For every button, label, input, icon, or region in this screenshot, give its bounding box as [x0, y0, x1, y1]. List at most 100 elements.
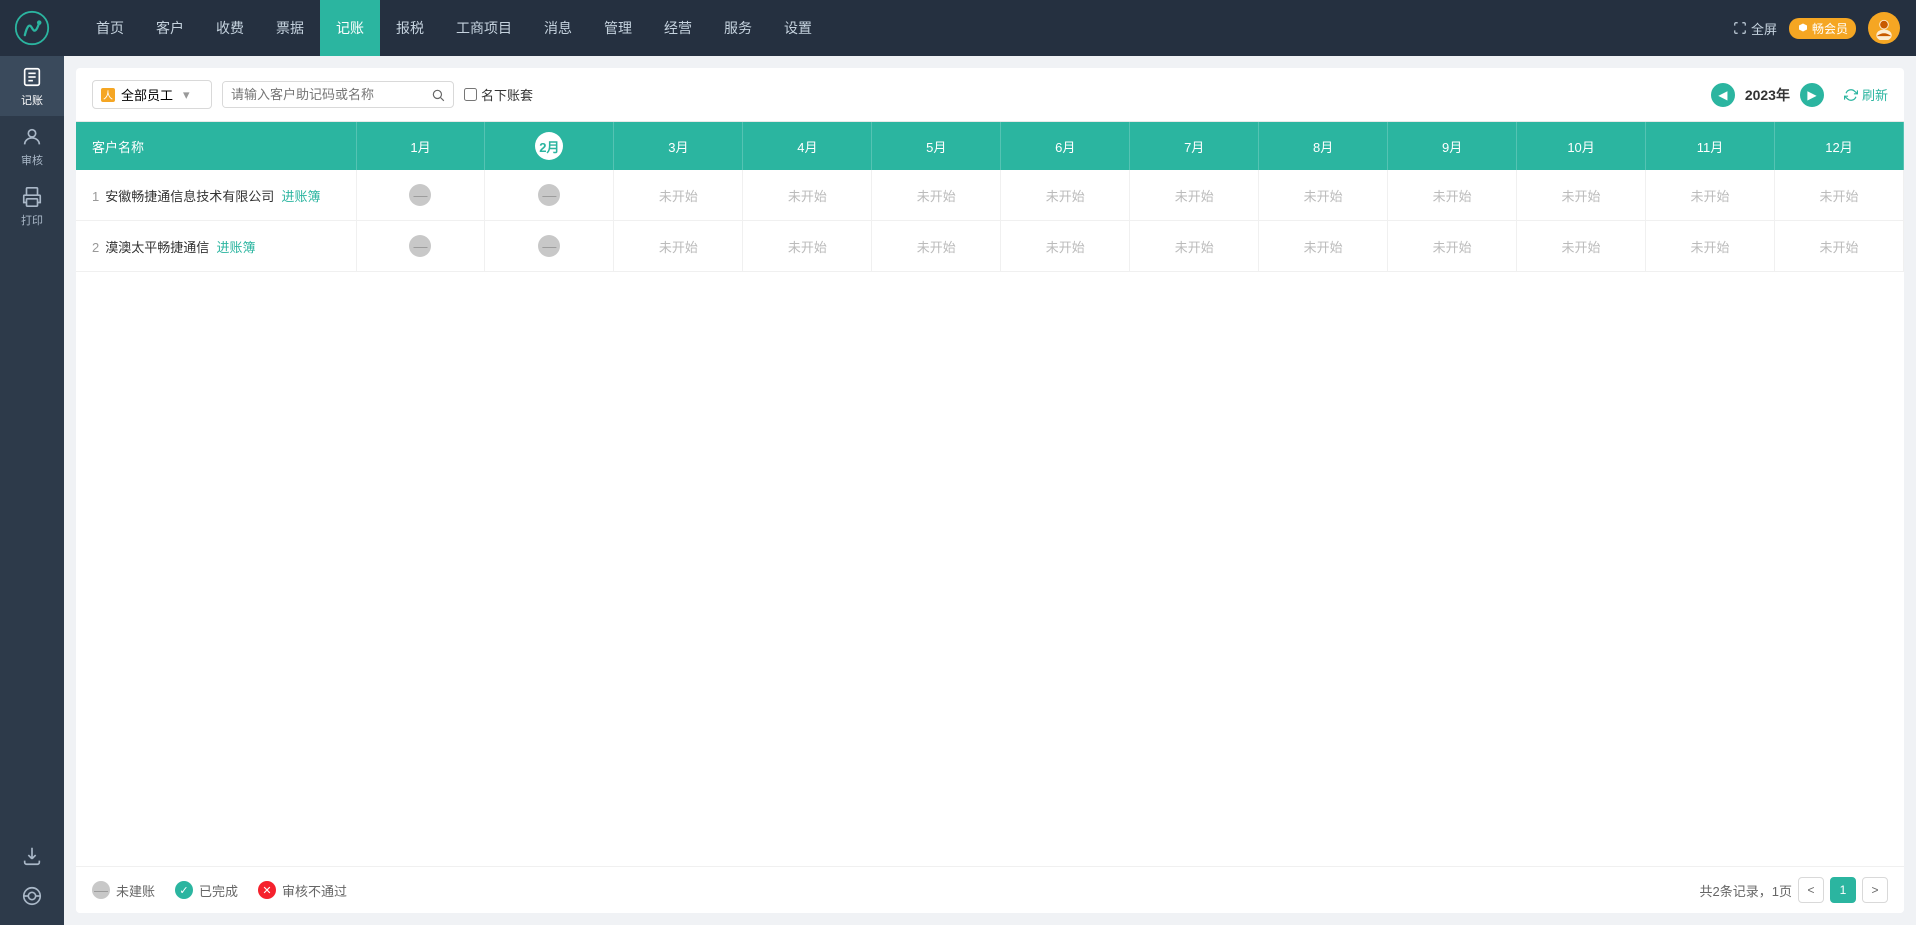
refresh-button[interactable]: 刷新 — [1844, 85, 1888, 104]
nav-management[interactable]: 管理 — [588, 0, 648, 56]
not-started-label: 未开始 — [917, 189, 956, 204]
not-started-label: 未开始 — [1175, 189, 1214, 204]
legend-dot-red: ✕ — [258, 881, 276, 899]
table-row: 1安徽畅捷通信息技术有限公司 进账簿——未开始未开始未开始未开始未开始未开始未开… — [76, 170, 1904, 221]
sidebar-bottom — [0, 835, 64, 925]
col-month-12: 12月 — [1774, 122, 1903, 170]
year-display: 2023年 — [1745, 85, 1790, 105]
nav-operations[interactable]: 经营 — [648, 0, 708, 56]
table-row: 2 漠澳太平畅捷通信 进账簿 — — 未开始 未开始 未开始 未开始 未开始 未开始 未开始 未开始 未… — [76, 221, 1904, 272]
current-page-button[interactable]: 1 — [1830, 877, 1856, 903]
nav-service[interactable]: 服务 — [708, 0, 768, 56]
nav-billing[interactable]: 收费 — [200, 0, 260, 56]
not-started-label: 未开始 — [1046, 189, 1085, 204]
not-started-label: 未开始 — [788, 189, 827, 204]
not-started-label: 未开始 — [659, 240, 698, 255]
col-month-1: 1月 — [356, 122, 485, 170]
not-started-label: 未开始 — [1691, 240, 1730, 255]
not-started-label: 未开始 — [1304, 189, 1343, 204]
nav-bookkeeping[interactable]: 记账 — [320, 0, 380, 56]
prev-year-button[interactable]: ◀ — [1711, 83, 1735, 107]
next-year-button[interactable]: ▶ — [1800, 83, 1824, 107]
month-cell-1: — — [356, 221, 485, 272]
nav-tax[interactable]: 报税 — [380, 0, 440, 56]
col-month-10: 10月 — [1517, 122, 1646, 170]
not-started-label: 未开始 — [1819, 240, 1858, 255]
row-number: 1 — [92, 189, 99, 204]
row-number: 2 — [92, 240, 99, 255]
not-started-label: 未开始 — [659, 189, 698, 204]
month-cell-2: — — [485, 170, 614, 221]
nav-home[interactable]: 首页 — [80, 0, 140, 56]
nav-message[interactable]: 消息 — [528, 0, 588, 56]
col-month-7: 7月 — [1130, 122, 1259, 170]
status-dot: — — [409, 184, 431, 206]
employee-filter[interactable]: 人 全部员工 ▾ — [92, 80, 212, 109]
month-cell-7: 未开始 — [1130, 170, 1259, 221]
month-cell-7: 未开始 — [1130, 221, 1259, 272]
month-cell-3: 未开始 — [614, 221, 743, 272]
month-cell-9: 未开始 — [1388, 170, 1517, 221]
not-started-label: 未开始 — [1562, 240, 1601, 255]
not-started-label: 未开始 — [1175, 240, 1214, 255]
sidebar-item-support[interactable] — [0, 875, 64, 915]
col-month-8: 8月 — [1259, 122, 1388, 170]
month-cell-5: 未开始 — [872, 221, 1001, 272]
not-started-label: 未开始 — [788, 240, 827, 255]
not-started-label: 未开始 — [1433, 240, 1472, 255]
year-nav: ◀ 2023年 ▶ — [1711, 83, 1824, 107]
client-name: 漠澳太平畅捷通信 — [105, 240, 209, 255]
client-name-cell: 2 漠澳太平畅捷通信 进账簿 — [76, 221, 356, 272]
month-cell-8: 未开始 — [1259, 170, 1388, 221]
nav-business[interactable]: 工商项目 — [440, 0, 528, 56]
table-wrapper: 客户名称 1月 2月 3月 4月 5月 6月 7月 8月 9月 10月 11月 — [76, 122, 1904, 866]
not-started-label: 未开始 — [917, 240, 956, 255]
sidebar-item-download[interactable] — [0, 835, 64, 875]
enter-ledger-link[interactable]: 进账簿 — [281, 189, 320, 204]
month-cell-10: 未开始 — [1517, 221, 1646, 272]
my-account-checkbox[interactable] — [464, 88, 477, 101]
app-logo — [0, 0, 64, 56]
top-nav: 首页 客户 收费 票据 记账 报税 工商项目 消息 管理 经营 服务 设置 全屏… — [64, 0, 1916, 56]
client-name: 安徽畅捷通信息技术有限公司 — [105, 189, 274, 204]
legend-not-built: — 未建账 — [92, 881, 155, 900]
sidebar-item-audit[interactable]: 审核 — [0, 116, 64, 176]
sidebar-item-bookkeeping[interactable]: 记账 — [0, 56, 64, 116]
user-avatar[interactable] — [1868, 12, 1900, 44]
not-started-label: 未开始 — [1691, 189, 1730, 204]
search-button[interactable] — [423, 83, 453, 107]
status-dot: — — [538, 235, 560, 257]
month-cell-6: 未开始 — [1001, 221, 1130, 272]
vip-badge[interactable]: 畅会员 — [1789, 18, 1856, 39]
month-cell-10: 未开始 — [1517, 170, 1646, 221]
nav-settings[interactable]: 设置 — [768, 0, 828, 56]
fullscreen-btn[interactable]: 全屏 — [1733, 19, 1777, 38]
page-content: 人 全部员工 ▾ 名下账套 — [76, 68, 1904, 913]
month-cell-4: 未开始 — [743, 170, 872, 221]
not-started-label: 未开始 — [1304, 240, 1343, 255]
nav-invoice[interactable]: 票据 — [260, 0, 320, 56]
prev-page-button[interactable]: < — [1798, 877, 1824, 903]
month-cell-11: 未开始 — [1646, 221, 1775, 272]
month-cell-4: 未开始 — [743, 221, 872, 272]
col-month-2: 2月 — [485, 122, 614, 170]
my-account-filter[interactable]: 名下账套 — [464, 85, 533, 104]
month-cell-12: 未开始 — [1774, 170, 1903, 221]
not-started-label: 未开始 — [1819, 189, 1858, 204]
nav-client[interactable]: 客户 — [140, 0, 200, 56]
pagination: 共2条记录，1页 < 1 > — [1700, 877, 1888, 903]
search-input[interactable] — [223, 82, 423, 107]
enter-ledger-link[interactable]: 进账簿 — [216, 240, 255, 255]
sidebar-item-print[interactable]: 打印 — [0, 176, 64, 236]
dropdown-arrow-icon: ▾ — [183, 87, 190, 103]
legend-dot-gray: — — [92, 881, 110, 899]
toolbar: 人 全部员工 ▾ 名下账套 — [76, 68, 1904, 122]
month-cell-5: 未开始 — [872, 170, 1001, 221]
col-month-11: 11月 — [1646, 122, 1775, 170]
col-client-header: 客户名称 — [76, 122, 356, 170]
next-page-button[interactable]: > — [1862, 877, 1888, 903]
footer: — 未建账 ✓ 已完成 ✕ 审核不通过 共2条记录， — [76, 866, 1904, 913]
content-area: 人 全部员工 ▾ 名下账套 — [64, 56, 1916, 925]
main-wrapper: 首页 客户 收费 票据 记账 报税 工商项目 消息 管理 经营 服务 设置 全屏… — [64, 0, 1916, 925]
month-cell-8: 未开始 — [1259, 221, 1388, 272]
